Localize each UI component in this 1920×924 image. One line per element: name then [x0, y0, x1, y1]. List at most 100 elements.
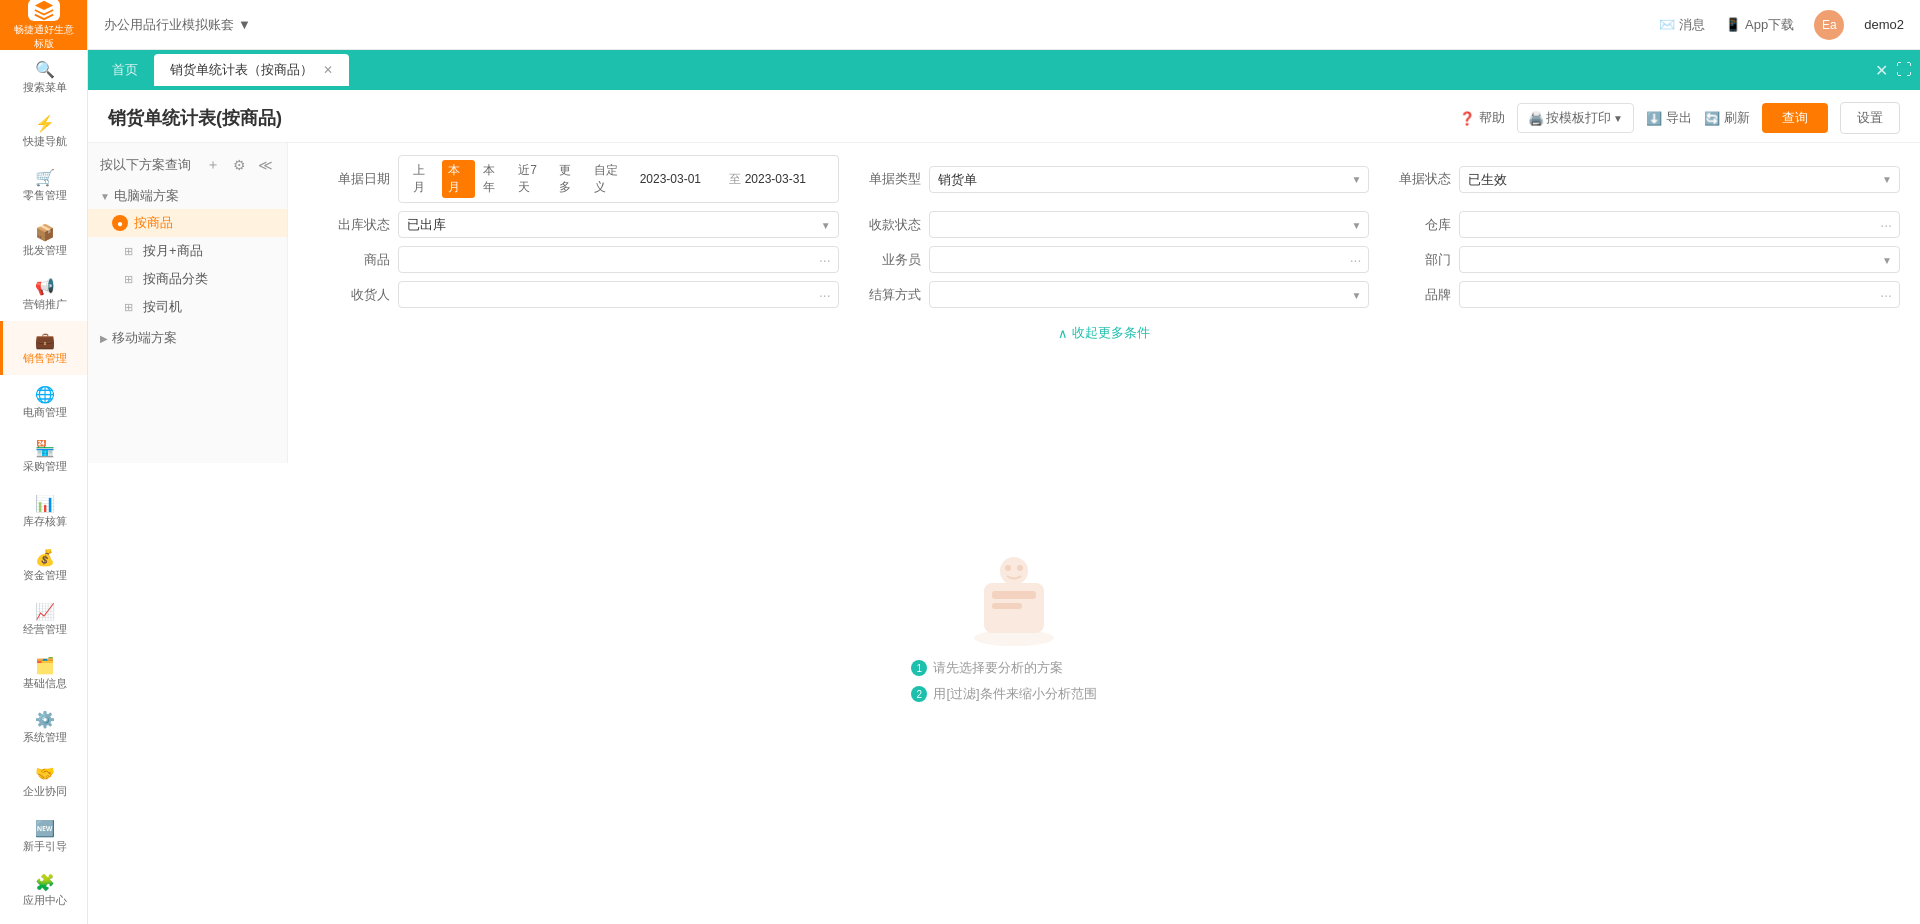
- date-range-wrap: 上月 本月 本年 近7天 更多 自定义 至: [398, 155, 839, 203]
- wholesale-icon: 📦: [35, 223, 55, 242]
- help-btn[interactable]: ❓ 帮助: [1459, 109, 1505, 127]
- date-to-input[interactable]: [745, 172, 830, 186]
- page-title: 销货单统计表(按商品): [108, 106, 282, 130]
- logo-icon: [28, 0, 60, 21]
- message-btn[interactable]: ✉️ 消息: [1659, 16, 1705, 34]
- app-download-btn[interactable]: 📱 App下载: [1725, 16, 1794, 34]
- scheme-label-category: 按商品分类: [143, 270, 208, 288]
- scheme-icon-driver: ⊞: [124, 301, 133, 314]
- filter-label-bill-status: 单据状态: [1369, 170, 1459, 188]
- dept-select[interactable]: [1459, 246, 1900, 273]
- scheme-item-by-driver[interactable]: ⊞ 按司机: [88, 293, 287, 321]
- refresh-btn[interactable]: 🔄 刷新: [1704, 109, 1750, 127]
- sidebar-item-guide[interactable]: 🆕 新手引导: [0, 809, 87, 863]
- out-status-select[interactable]: 已出库: [398, 211, 839, 238]
- collapse-btn[interactable]: ∧ 收起更多条件: [1058, 324, 1150, 342]
- sidebar-item-purchase[interactable]: 🏪 采购管理: [0, 429, 87, 483]
- sidebar-label-sales: 销售管理: [23, 352, 67, 365]
- scheme-item-by-category[interactable]: ⊞ 按商品分类: [88, 265, 287, 293]
- filter-label-out-status: 出库状态: [308, 216, 398, 234]
- filter-label-salesperson: 业务员: [839, 251, 929, 269]
- date-tab-custom[interactable]: 自定义: [588, 160, 632, 198]
- settings-btn[interactable]: 设置: [1840, 102, 1900, 134]
- tab-home[interactable]: 首页: [96, 54, 154, 86]
- help-label: 帮助: [1479, 109, 1505, 127]
- sidebar-item-appcenter[interactable]: 🧩 应用中心: [0, 863, 87, 917]
- filter-label-payment: 结算方式: [839, 286, 929, 304]
- scheme-item-by-month-product[interactable]: ⊞ 按月+商品: [88, 237, 287, 265]
- basic-icon: 🗂️: [35, 656, 55, 675]
- filter-row2: 出库状态 已出库 ▼ 收款状态: [308, 211, 1900, 238]
- logo-subtitle: 标版: [34, 37, 54, 51]
- filter-cell-dept: 部门 ▼: [1369, 246, 1900, 273]
- brand-input[interactable]: [1459, 281, 1900, 308]
- sidebar-item-basic[interactable]: 🗂️ 基础信息: [0, 646, 87, 700]
- bill-status-select[interactable]: 已生效: [1459, 166, 1900, 193]
- date-from-input[interactable]: [640, 172, 725, 186]
- payment-select[interactable]: [929, 281, 1370, 308]
- page-actions: ❓ 帮助 🖨️ 按模板打印 ▼ ⬇️ 导出 🔄 刷新 查询 设置: [1459, 102, 1900, 134]
- sidebar-item-retail[interactable]: 🛒 零售管理: [0, 158, 87, 212]
- scheme-add-btn[interactable]: ＋: [203, 155, 223, 175]
- warehouse-input[interactable]: [1459, 211, 1900, 238]
- sidebar-item-wholesale[interactable]: 📦 批发管理: [0, 213, 87, 267]
- scheme-collapse-btn[interactable]: ≪: [255, 155, 275, 175]
- sidebar-label-ops: 经营管理: [23, 623, 67, 636]
- date-tab-this-year[interactable]: 本年: [477, 160, 510, 198]
- receipt-status-select[interactable]: [929, 211, 1370, 238]
- sidebar-item-marketing[interactable]: 📢 营销推广: [0, 267, 87, 321]
- workspace-selector[interactable]: 办公用品行业模拟账套 ▼: [104, 16, 251, 34]
- query-btn[interactable]: 查询: [1762, 103, 1828, 133]
- warehouse-wrap: ···: [1459, 211, 1900, 238]
- sidebar-item-quicknav[interactable]: ⚡ 快捷导航: [0, 104, 87, 158]
- sidebar-label-basic: 基础信息: [23, 677, 67, 690]
- filter-label-receiver: 收货人: [308, 286, 398, 304]
- scheme-item-by-product[interactable]: ● 按商品: [88, 209, 287, 237]
- export-btn[interactable]: ⬇️ 导出: [1646, 109, 1692, 127]
- sidebar-item-sales[interactable]: 💼 销售管理: [0, 321, 87, 375]
- product-input[interactable]: [398, 246, 839, 273]
- print-btn[interactable]: 🖨️ 按模板打印 ▼: [1517, 103, 1634, 133]
- sidebar-label-marketing: 营销推广: [23, 298, 67, 311]
- logo-text: 畅捷通好生意: [14, 23, 74, 37]
- refresh-label: 刷新: [1724, 109, 1750, 127]
- date-tab-last-month[interactable]: 上月: [407, 160, 440, 198]
- filter-row3: 商品 ··· 业务员 ··· 部门: [308, 246, 1900, 273]
- retail-icon: 🛒: [35, 168, 55, 187]
- sidebar-label-ecommerce: 电商管理: [23, 406, 67, 419]
- filter-cell-brand: 品牌 ···: [1369, 281, 1900, 308]
- sidebar-item-inventory[interactable]: 📊 库存核算: [0, 484, 87, 538]
- date-tab-more[interactable]: 更多: [553, 160, 586, 198]
- workspace-name: 办公用品行业模拟账套: [104, 16, 234, 34]
- date-range[interactable]: 上月 本月 本年 近7天 更多 自定义 至: [398, 155, 839, 203]
- tab-close-icon[interactable]: ✕: [323, 63, 333, 77]
- salesperson-input[interactable]: [929, 246, 1370, 273]
- empty-tip-2: 2 用[过滤]条件来缩小分析范围: [911, 685, 1096, 703]
- bill-type-select[interactable]: 销货单: [929, 166, 1370, 193]
- scheme-label-driver: 按司机: [143, 298, 182, 316]
- sidebar-item-finance[interactable]: 💰 资金管理: [0, 538, 87, 592]
- sidebar-item-system[interactable]: ⚙️ 系统管理: [0, 700, 87, 754]
- sidebar-item-ecommerce[interactable]: 🌐 电商管理: [0, 375, 87, 429]
- sidebar-label-purchase: 采购管理: [23, 460, 67, 473]
- sidebar-item-corp[interactable]: 🤝 企业协同: [0, 754, 87, 808]
- sidebar-item-wechat[interactable]: 💬 企业微信: [0, 917, 87, 924]
- filter-label-bill-type: 单据类型: [839, 170, 929, 188]
- svg-point-4: [1000, 557, 1028, 585]
- receiver-input[interactable]: [398, 281, 839, 308]
- finance-icon: 💰: [35, 548, 55, 567]
- date-sep: 至: [729, 171, 741, 188]
- tab-report[interactable]: 销货单统计表（按商品） ✕: [154, 54, 349, 86]
- tab-maximize-btn[interactable]: ⛶: [1896, 61, 1912, 79]
- scheme-settings-btn[interactable]: ⚙: [229, 155, 249, 175]
- date-tab-7days[interactable]: 近7天: [512, 160, 551, 198]
- print-label: 按模板打印: [1546, 109, 1611, 127]
- date-tab-this-month[interactable]: 本月: [442, 160, 475, 198]
- sidebar-item-ops[interactable]: 📈 经营管理: [0, 592, 87, 646]
- svg-rect-2: [992, 591, 1036, 599]
- scheme-group-pc-header[interactable]: ▼ 电脑端方案: [88, 183, 287, 209]
- tab-close-btn[interactable]: ✕: [1875, 61, 1888, 80]
- sidebar-label-appcenter: 应用中心: [23, 894, 67, 907]
- scheme-group-mobile-header[interactable]: ▶ 移动端方案: [88, 325, 287, 351]
- sidebar-item-search[interactable]: 🔍 搜索菜单: [0, 50, 87, 104]
